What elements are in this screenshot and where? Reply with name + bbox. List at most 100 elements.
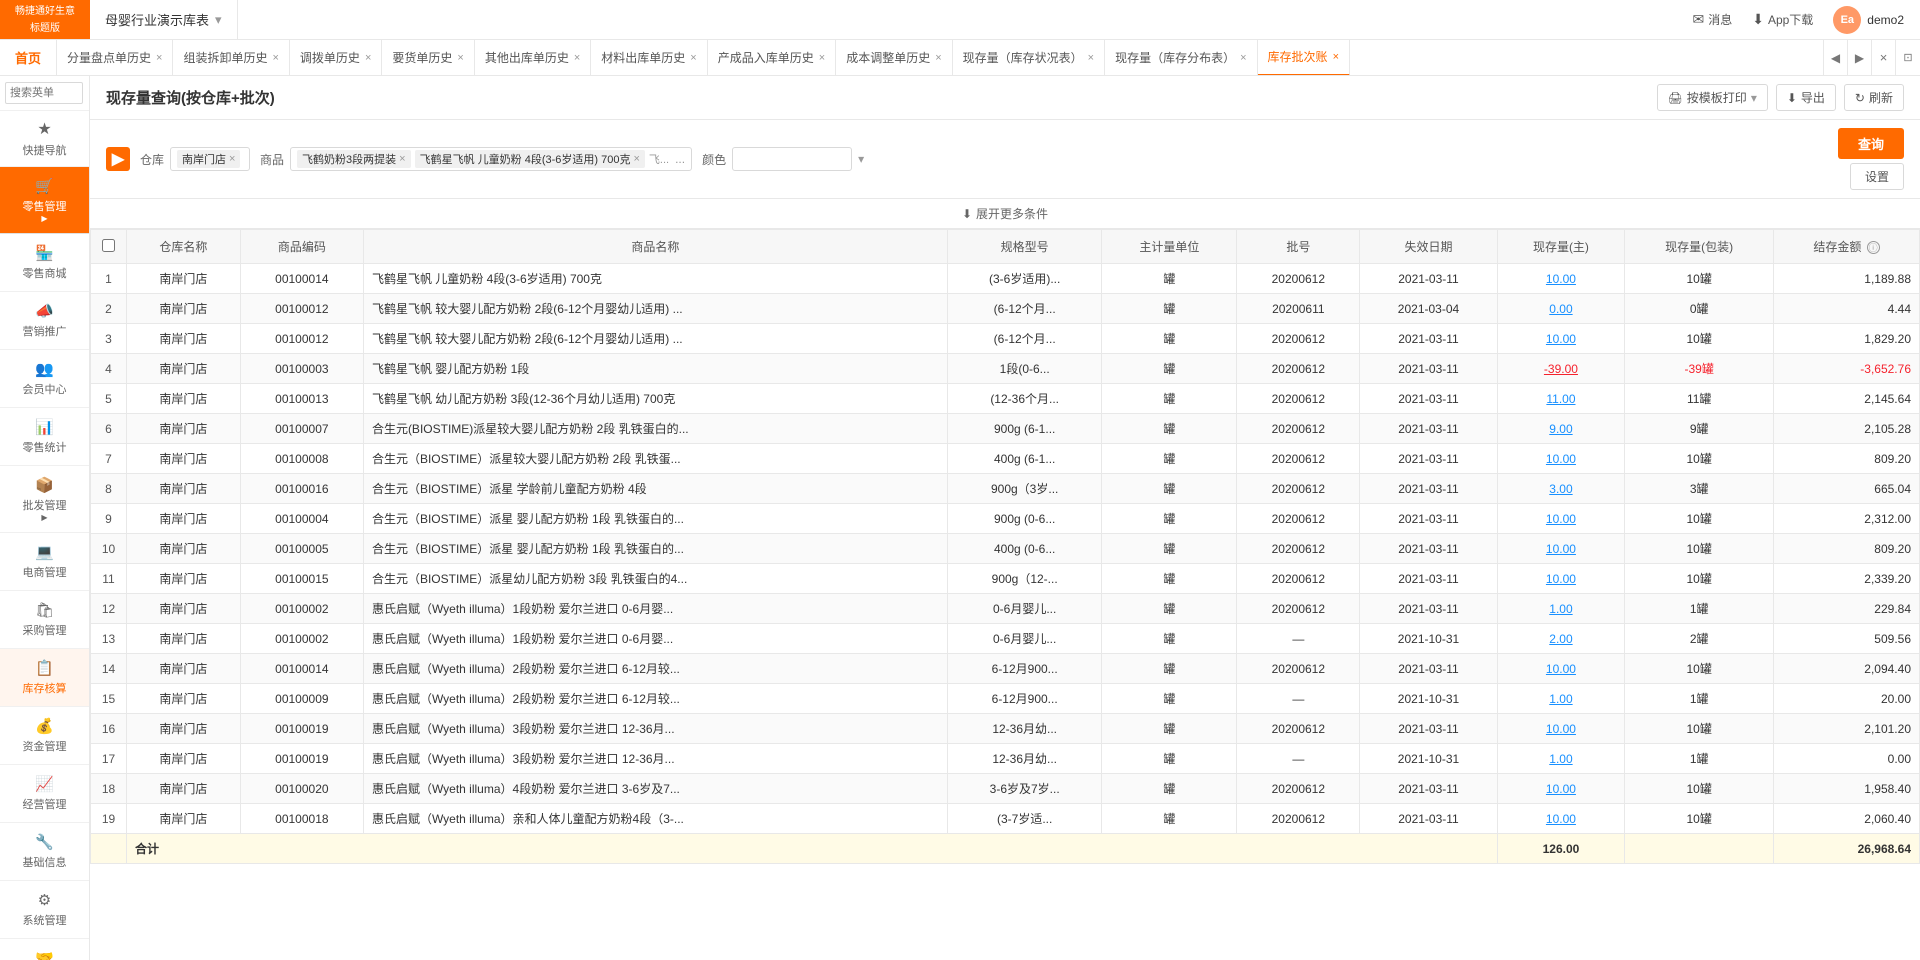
tab-zuzhuang[interactable]: 组装拆卸单历史 × bbox=[173, 40, 289, 76]
tab-diaopo[interactable]: 调拨单历史 × bbox=[290, 40, 382, 76]
inventory-icon: 📋 bbox=[35, 659, 54, 677]
tab-maximize-btn[interactable]: ⊡ bbox=[1896, 40, 1920, 76]
tab-kucun-dist[interactable]: 现存量（库存分布表） × bbox=[1105, 40, 1257, 76]
warehouse-tag-remove-icon[interactable]: × bbox=[229, 153, 235, 165]
app-download-btn[interactable]: ⬇ App下载 bbox=[1752, 11, 1813, 28]
tab-chancheng[interactable]: 产成品入库单历史 × bbox=[708, 40, 836, 76]
search-area bbox=[0, 76, 89, 111]
sidebar-item-ecom[interactable]: 💻 电商管理 bbox=[0, 533, 89, 591]
chevron-down-icon: ▾ bbox=[215, 12, 222, 28]
color-filter: 颜色 ▾ bbox=[702, 147, 864, 171]
product-tag-container[interactable]: 飞鹤奶粉3段两提装 × 飞鹤星飞帆 儿童奶粉 4段(3-6岁适用) 700克 ×… bbox=[290, 147, 692, 171]
sidebar-item-purchase[interactable]: 🛍 采购管理 bbox=[0, 591, 89, 649]
sidebar-item-mall[interactable]: 🏪 零售商城 bbox=[0, 234, 89, 292]
close-tab-icon[interactable]: × bbox=[156, 52, 162, 64]
query-btn[interactable]: 查询 bbox=[1838, 128, 1904, 159]
tab-pici-active[interactable]: 库存批次账 × bbox=[1258, 40, 1350, 76]
product-label: 商品 bbox=[260, 151, 284, 168]
filter-expand-btn[interactable]: ▶ bbox=[106, 147, 130, 171]
management-icon: 📈 bbox=[35, 775, 54, 793]
tab-chuku[interactable]: 其他出库单历史 × bbox=[475, 40, 591, 76]
warehouse-tag-container[interactable]: 南岸门店 × bbox=[170, 147, 250, 171]
tab-kucun-status[interactable]: 现存量（库存状况表） × bbox=[953, 40, 1105, 76]
logo[interactable]: 畅捷通好生意 标题版 bbox=[0, 0, 90, 39]
sidebar-item-finance[interactable]: 💰 资金管理 bbox=[0, 707, 89, 765]
tab-close-all-btn[interactable]: × bbox=[1872, 40, 1896, 76]
col-amount: 结存金额 ⓘ bbox=[1774, 230, 1920, 264]
sidebar-item-wholesale[interactable]: 📦 批发管理 ▶ bbox=[0, 466, 89, 533]
color-chevron-icon: ▾ bbox=[858, 152, 864, 166]
avatar: Ea bbox=[1833, 6, 1861, 34]
sidebar-item-retail-stats[interactable]: 📊 零售统计 bbox=[0, 408, 89, 466]
col-qty-pkg: 现存量(包装) bbox=[1625, 230, 1774, 264]
quick-nav-item[interactable]: ★ 快捷导航 bbox=[0, 111, 89, 167]
member-icon: 👥 bbox=[35, 360, 54, 378]
close-tab-icon[interactable]: × bbox=[272, 52, 278, 64]
tab-home[interactable]: 首页 bbox=[0, 40, 57, 76]
mall-icon: 🏪 bbox=[35, 244, 54, 262]
table-footer-row: 合计 126.00 26,968.64 bbox=[91, 834, 1920, 864]
industry-selector[interactable]: 母婴行业演示库表 ▾ bbox=[90, 0, 238, 39]
settings-btn[interactable]: 设置 bbox=[1850, 163, 1904, 190]
tab-next-btn[interactable]: ▶ bbox=[1848, 40, 1872, 76]
close-tab-icon[interactable]: × bbox=[365, 52, 371, 64]
sidebar-item-basic[interactable]: 🔧 基础信息 bbox=[0, 823, 89, 881]
close-tab-icon[interactable]: × bbox=[1088, 52, 1094, 64]
select-all-checkbox[interactable] bbox=[102, 239, 115, 252]
warehouse-label: 仓库 bbox=[140, 151, 164, 168]
sidebar-item-retail[interactable]: 🛒 零售管理 ▶ bbox=[0, 167, 89, 234]
tab-cailiao[interactable]: 材料出库单历史 × bbox=[591, 40, 707, 76]
sidebar-item-system[interactable]: ⚙ 系统管理 bbox=[0, 881, 89, 939]
footer-qty: 126.00 bbox=[1497, 834, 1625, 864]
col-checkbox bbox=[91, 230, 127, 264]
close-tab-icon[interactable]: × bbox=[1240, 52, 1246, 64]
product-tag2-remove-icon[interactable]: × bbox=[633, 153, 639, 165]
product-filter: 商品 飞鹤奶粉3段两提装 × 飞鹤星飞帆 儿童奶粉 4段(3-6岁适用) 700… bbox=[260, 147, 692, 171]
industry-label: 母婴行业演示库表 bbox=[105, 10, 209, 29]
product-tag1-remove-icon[interactable]: × bbox=[399, 153, 405, 165]
chevron-down-icon: ▾ bbox=[1751, 91, 1757, 105]
close-tab-active-icon[interactable]: × bbox=[1333, 51, 1339, 63]
page-title: 现存量查询(按仓库+批次) bbox=[106, 87, 275, 108]
tab-fenliang[interactable]: 分量盘点单历史 × bbox=[57, 40, 173, 76]
sidebar-item-marketing[interactable]: 📣 营销推广 bbox=[0, 292, 89, 350]
tab-prev-btn[interactable]: ◀ bbox=[1824, 40, 1848, 76]
sidebar-item-inventory[interactable]: 📋 库存核算 bbox=[0, 649, 89, 707]
search-input[interactable] bbox=[5, 82, 83, 104]
close-tab-icon[interactable]: × bbox=[935, 52, 941, 64]
product-tag-more: 飞... bbox=[649, 151, 669, 167]
finance-icon: 💰 bbox=[35, 717, 54, 735]
close-tab-icon[interactable]: × bbox=[574, 52, 580, 64]
tab-chengben[interactable]: 成本调整单历史 × bbox=[836, 40, 952, 76]
table-row: 9 南岸门店 00100004 合生元（BIOSTIME）派星 婴儿配方奶粉 1… bbox=[91, 504, 1920, 534]
user-avatar-area[interactable]: Ea demo2 bbox=[1833, 6, 1904, 34]
table-row: 2 南岸门店 00100012 飞鹤星飞帆 较大婴儿配方奶粉 2段(6-12个月… bbox=[91, 294, 1920, 324]
sidebar-item-member[interactable]: 👥 会员中心 bbox=[0, 350, 89, 408]
footer-amount: 26,968.64 bbox=[1774, 834, 1920, 864]
table-row: 13 南岸门店 00100002 惠氏启赋（Wyeth illuma）1段奶粉 … bbox=[91, 624, 1920, 654]
col-name: 商品名称 bbox=[363, 230, 947, 264]
expand-more-btn[interactable]: ⬇ 展开更多条件 bbox=[954, 203, 1056, 224]
product-tag-1: 飞鹤奶粉3段两提装 × bbox=[297, 150, 411, 168]
tab-yaohuo[interactable]: 要货单历史 × bbox=[382, 40, 474, 76]
download-icon: ⬇ bbox=[1752, 11, 1764, 28]
message-btn[interactable]: ✉ 消息 bbox=[1692, 11, 1732, 28]
export-btn[interactable]: ⬇ 导出 bbox=[1776, 84, 1836, 111]
close-tab-icon[interactable]: × bbox=[690, 52, 696, 64]
close-tab-icon[interactable]: × bbox=[819, 52, 825, 64]
footer-qty-pkg bbox=[1625, 834, 1774, 864]
refresh-btn[interactable]: ↻ 刷新 bbox=[1844, 84, 1904, 111]
color-input[interactable] bbox=[732, 147, 852, 171]
sidebar: ★ 快捷导航 🛒 零售管理 ▶ 🏪 零售商城 📣 营销推广 👥 会员中心 📊 零… bbox=[0, 76, 90, 960]
sidebar-item-enterprise[interactable]: 🤝 企业协同 bbox=[0, 939, 89, 960]
warehouse-filter: 仓库 南岸门店 × bbox=[140, 147, 250, 171]
template-print-btn[interactable]: 🖨 按模板打印 ▾ bbox=[1657, 84, 1768, 111]
table-row: 1 南岸门店 00100014 飞鹤星飞帆 儿童奶粉 4段(3-6岁适用) 70… bbox=[91, 264, 1920, 294]
marketing-icon: 📣 bbox=[35, 302, 54, 320]
color-label: 颜色 bbox=[702, 151, 726, 168]
sidebar-item-management[interactable]: 📈 经营管理 bbox=[0, 765, 89, 823]
table-container[interactable]: 仓库名称 商品编码 商品名称 规格型号 主计量单位 批号 失效日期 现存量(主)… bbox=[90, 229, 1920, 960]
amount-info-icon[interactable]: ⓘ bbox=[1867, 241, 1880, 254]
product-filter-ellipsis: ... bbox=[675, 152, 685, 166]
close-tab-icon[interactable]: × bbox=[457, 52, 463, 64]
